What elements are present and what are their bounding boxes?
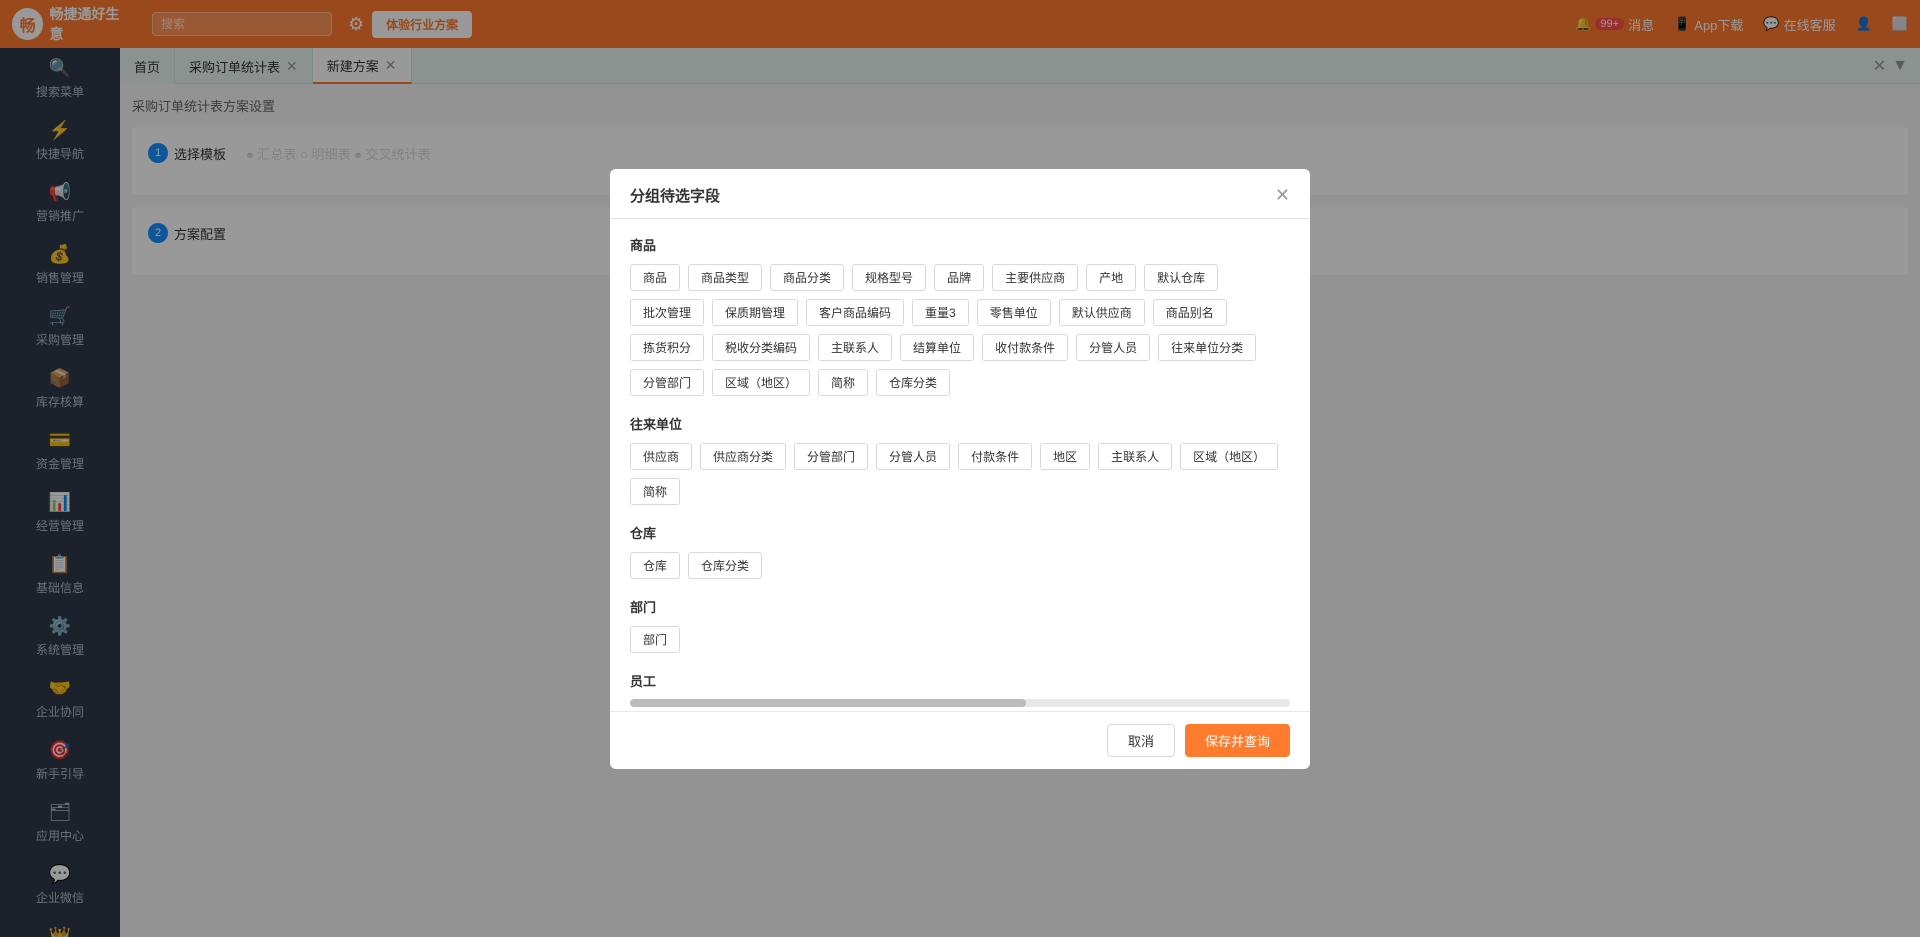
field-tag-2-0[interactable]: 仓库 [630, 552, 680, 579]
field-tag-2-1[interactable]: 仓库分类 [688, 552, 762, 579]
field-tag-0-11[interactable]: 重量3 [912, 299, 969, 326]
field-tag-0-18[interactable]: 结算单位 [900, 334, 974, 361]
field-tag-0-7[interactable]: 默认仓库 [1144, 264, 1218, 291]
field-tag-0-1[interactable]: 商品类型 [688, 264, 762, 291]
field-tag-0-12[interactable]: 零售单位 [977, 299, 1051, 326]
modal-header: 分组待选字段 ✕ [610, 169, 1310, 219]
field-tags-1: 供应商供应商分类分管部门分管人员付款条件地区主联系人区域（地区） 简称 [630, 443, 1290, 505]
field-tag-0-25[interactable]: 仓库分类 [876, 369, 950, 396]
field-tag-0-9[interactable]: 保质期管理 [712, 299, 798, 326]
field-tag-0-10[interactable]: 客户商品编码 [806, 299, 904, 326]
cancel-button[interactable]: 取消 [1107, 724, 1175, 757]
modal-footer: 取消 保存并查询 [610, 711, 1310, 769]
field-tag-0-4[interactable]: 品牌 [934, 264, 984, 291]
field-tag-1-2[interactable]: 分管部门 [794, 443, 868, 470]
field-tag-0-2[interactable]: 商品分类 [770, 264, 844, 291]
field-tag-0-15[interactable]: 拣货积分 [630, 334, 704, 361]
field-section-4: 员工业务员 [630, 671, 1290, 695]
confirm-button[interactable]: 保存并查询 [1185, 724, 1290, 757]
field-section-1: 往来单位供应商供应商分类分管部门分管人员付款条件地区主联系人区域（地区） 简称 [630, 414, 1290, 505]
section-title-1: 往来单位 [630, 414, 1290, 433]
modal-overlay: 分组待选字段 ✕ 商品商品商品类型商品分类规格型号品牌主要供应商产地默认仓库批次… [0, 0, 1920, 937]
field-tag-0-8[interactable]: 批次管理 [630, 299, 704, 326]
field-tag-1-1[interactable]: 供应商分类 [700, 443, 786, 470]
field-section-0: 商品商品商品类型商品分类规格型号品牌主要供应商产地默认仓库批次管理保质期管理客户… [630, 235, 1290, 396]
field-tag-1-0[interactable]: 供应商 [630, 443, 692, 470]
section-title-3: 部门 [630, 597, 1290, 616]
field-tag-0-24[interactable]: 简称 [818, 369, 868, 396]
field-tags-2: 仓库仓库分类 [630, 552, 1290, 579]
section-title-2: 仓库 [630, 523, 1290, 542]
field-tag-3-0[interactable]: 部门 [630, 626, 680, 653]
field-tag-0-5[interactable]: 主要供应商 [992, 264, 1078, 291]
field-tag-1-5[interactable]: 地区 [1040, 443, 1090, 470]
modal-close-button[interactable]: ✕ [1275, 185, 1290, 206]
field-tag-0-16[interactable]: 税收分类编码 [712, 334, 810, 361]
field-tag-0-3[interactable]: 规格型号 [852, 264, 926, 291]
field-tag-0-21[interactable]: 往来单位分类 [1158, 334, 1256, 361]
field-tag-0-23[interactable]: 区域（地区） [712, 369, 810, 396]
field-tag-1-6[interactable]: 主联系人 [1098, 443, 1172, 470]
field-select-modal: 分组待选字段 ✕ 商品商品商品类型商品分类规格型号品牌主要供应商产地默认仓库批次… [610, 169, 1310, 769]
field-tag-1-3[interactable]: 分管人员 [876, 443, 950, 470]
field-section-3: 部门部门 [630, 597, 1290, 653]
field-tag-0-22[interactable]: 分管部门 [630, 369, 704, 396]
field-tag-1-7[interactable]: 区域（地区） [1180, 443, 1278, 470]
modal-title: 分组待选字段 [630, 185, 720, 206]
field-tag-0-13[interactable]: 默认供应商 [1059, 299, 1145, 326]
field-tag-0-6[interactable]: 产地 [1086, 264, 1136, 291]
field-tag-0-0[interactable]: 商品 [630, 264, 680, 291]
modal-body[interactable]: 商品商品商品类型商品分类规格型号品牌主要供应商产地默认仓库批次管理保质期管理客户… [610, 219, 1310, 695]
section-title-4: 员工 [630, 671, 1290, 690]
section-title-0: 商品 [630, 235, 1290, 254]
field-section-2: 仓库仓库仓库分类 [630, 523, 1290, 579]
field-tags-0: 商品商品类型商品分类规格型号品牌主要供应商产地默认仓库批次管理保质期管理客户商品… [630, 264, 1290, 396]
field-tag-0-14[interactable]: 商品别名 [1153, 299, 1227, 326]
field-tag-1-4[interactable]: 付款条件 [958, 443, 1032, 470]
field-tag-1-8[interactable]: 简称 [630, 478, 680, 505]
field-tag-0-17[interactable]: 主联系人 [818, 334, 892, 361]
field-tag-0-19[interactable]: 收付款条件 [982, 334, 1068, 361]
field-tag-0-20[interactable]: 分管人员 [1076, 334, 1150, 361]
field-tags-3: 部门 [630, 626, 1290, 653]
